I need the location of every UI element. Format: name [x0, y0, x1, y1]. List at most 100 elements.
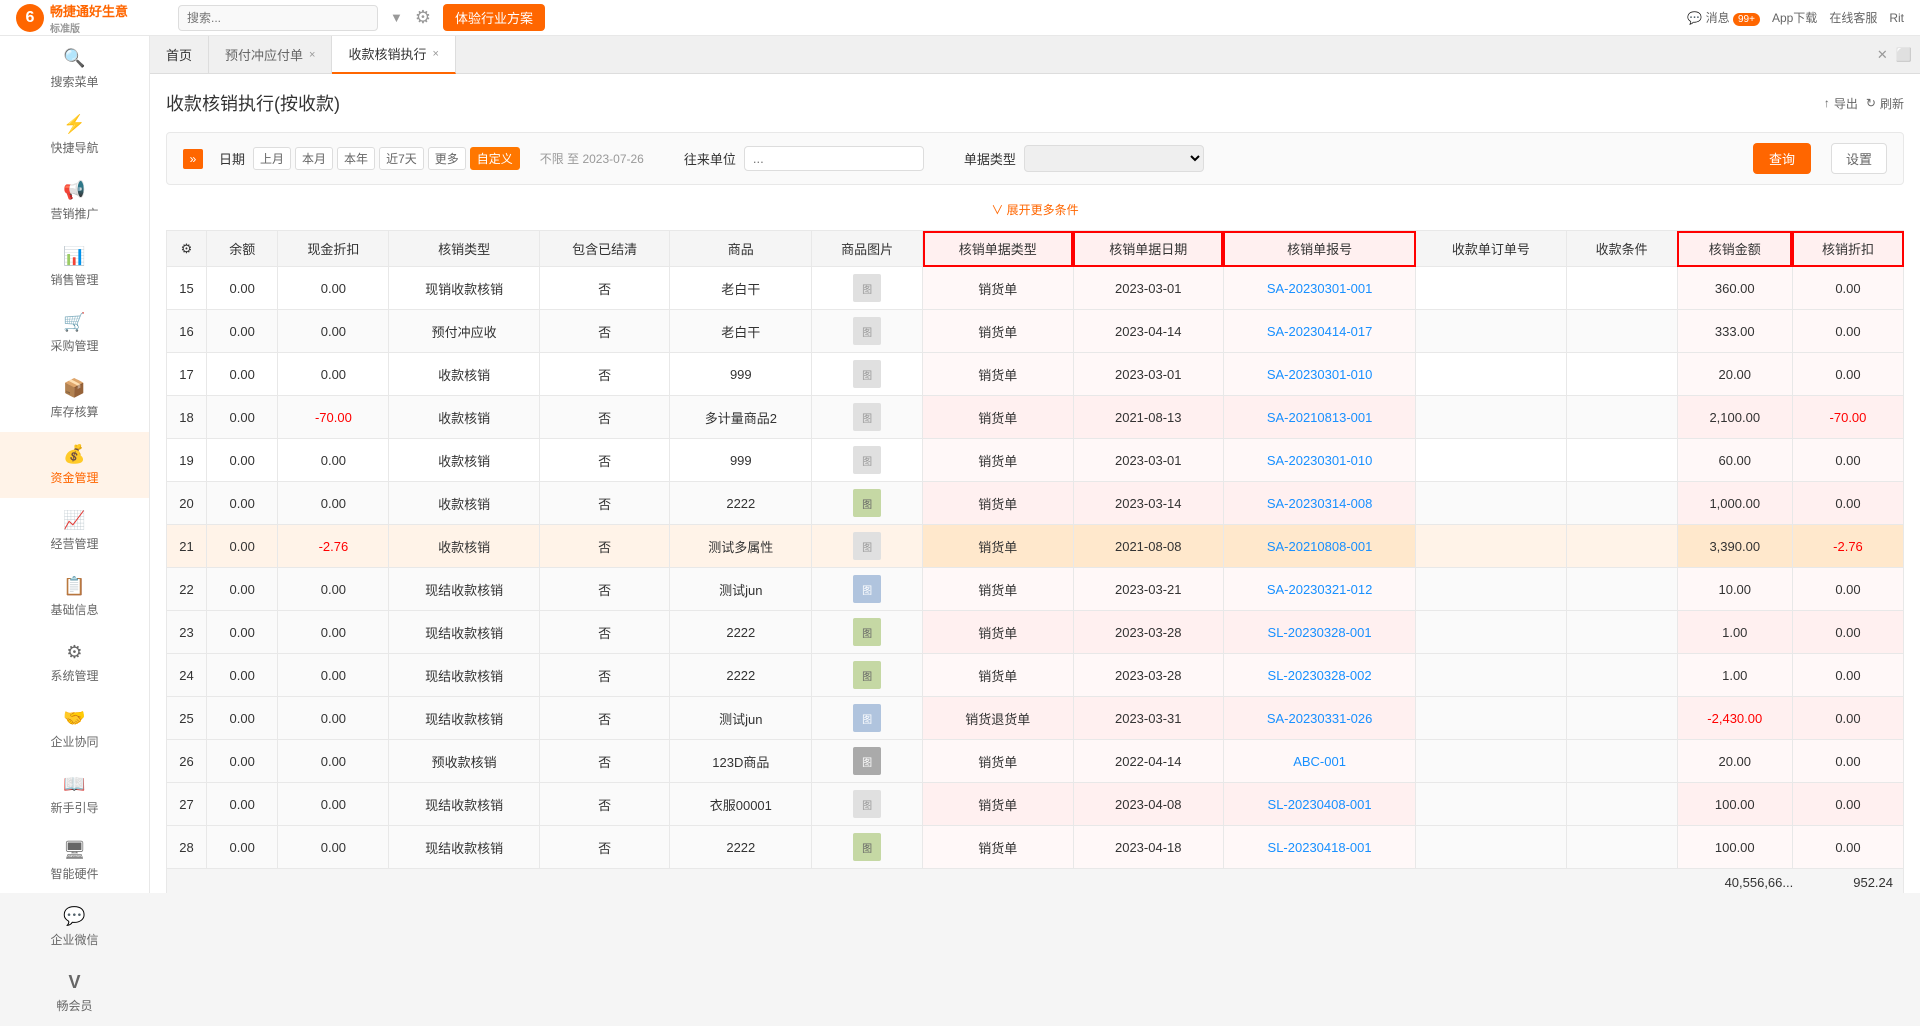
table-row: 18 0.00 -70.00 收款核销 否 多计量商品2 图 销货单 2021-… — [167, 396, 1904, 439]
counterpart-input[interactable] — [744, 146, 924, 171]
bill-type-select[interactable] — [1024, 145, 1204, 172]
cell-goods-image: 图 — [812, 826, 923, 869]
search-icon: 🔍 — [63, 48, 85, 69]
app-name: 畅捷通好生意 — [50, 1, 128, 20]
bill-no-link[interactable]: SA-20210813-001 — [1267, 410, 1373, 425]
sidebar-item-quick[interactable]: ⚡ 快捷导航 — [0, 102, 149, 168]
cell-goods-image: 图 — [812, 353, 923, 396]
sidebar-label-inventory: 库存核算 — [50, 403, 98, 420]
cell-receipt-condition — [1566, 353, 1677, 396]
sidebar-item-sales[interactable]: 📊 销售管理 — [0, 234, 149, 300]
cell-writeoff-bill-type: 销货单 — [923, 353, 1073, 396]
cell-include-settled: 否 — [539, 568, 670, 611]
date-custom[interactable]: 自定义 — [470, 147, 520, 170]
bill-no-link[interactable]: SA-20230321-012 — [1267, 582, 1373, 597]
app-download-link[interactable]: App下载 — [1772, 9, 1817, 26]
sidebar-item-basic-info[interactable]: 📋 基础信息 — [0, 564, 149, 630]
sidebar-item-hardware[interactable]: 🖥 智能硬件 — [0, 828, 149, 894]
col-writeoff-amount: 核销金额 — [1677, 231, 1792, 267]
cell-id: 27 — [167, 783, 207, 826]
bill-no-link[interactable]: SA-20230301-010 — [1267, 453, 1373, 468]
tab-writeoff[interactable]: 收款核销执行 × — [332, 36, 455, 74]
cell-writeoff-bill-date: 2023-03-21 — [1073, 568, 1223, 611]
sidebar-item-enterprise[interactable]: 🤝 企业协同 — [0, 696, 149, 762]
cell-include-settled: 否 — [539, 611, 670, 654]
cell-cash-discount: 0.00 — [278, 783, 389, 826]
cell-remainder: 0.00 — [207, 740, 278, 783]
sidebar-item-member[interactable]: V 畅会员 — [0, 960, 149, 1026]
maximize-icon[interactable]: ⬜ — [1896, 47, 1912, 63]
date-7days[interactable]: 近7天 — [379, 147, 424, 170]
bill-no-link[interactable]: ABC-001 — [1293, 754, 1346, 769]
date-this-year[interactable]: 本年 — [337, 147, 375, 170]
cell-receipt-order — [1416, 482, 1566, 525]
cell-writeoff-bill-no: SA-20210813-001 — [1223, 396, 1415, 439]
col-settings[interactable]: ⚙ — [167, 231, 207, 267]
bill-no-link[interactable]: SA-20230331-026 — [1267, 711, 1373, 726]
sidebar-label-marketing: 营销推广 — [50, 205, 98, 222]
cell-writeoff-bill-no: SL-20230328-002 — [1223, 654, 1415, 697]
date-last-month[interactable]: 上月 — [253, 147, 291, 170]
cell-receipt-condition — [1566, 826, 1677, 869]
cell-writeoff-amount: 1.00 — [1677, 654, 1792, 697]
sidebar-item-guide[interactable]: 📖 新手引导 — [0, 762, 149, 828]
sidebar-item-finance[interactable]: 💰 资金管理 — [0, 432, 149, 498]
bill-no-link[interactable]: SL-20230418-001 — [1268, 840, 1372, 855]
col-writeoff-bill-no: 核销单报号 — [1223, 231, 1415, 267]
cell-writeoff-amount: 100.00 — [1677, 826, 1792, 869]
cell-cash-discount: 0.00 — [278, 310, 389, 353]
setting-button[interactable]: 设置 — [1831, 143, 1887, 174]
solution-button[interactable]: 体验行业方案 — [443, 4, 545, 31]
tab-home[interactable]: 首页 — [150, 36, 209, 74]
cell-writeoff-discount: 0.00 — [1792, 310, 1903, 353]
dropdown-arrow[interactable]: ▼ — [390, 10, 403, 25]
counterpart-label: 往来单位 — [684, 149, 736, 168]
bill-no-link[interactable]: SA-20230314-008 — [1267, 496, 1373, 511]
bill-no-link[interactable]: SL-20230328-001 — [1268, 625, 1372, 640]
refresh-button[interactable]: ↻ 刷新 — [1866, 95, 1904, 112]
cell-goods-image: 图 — [812, 697, 923, 740]
sidebar-item-purchase[interactable]: 🛒 采购管理 — [0, 300, 149, 366]
tab1-close-icon[interactable]: × — [309, 49, 315, 61]
app-version: 标准版 — [50, 20, 128, 35]
date-more[interactable]: 更多 — [428, 147, 466, 170]
bill-no-link[interactable]: SL-20230408-001 — [1268, 797, 1372, 812]
cell-writeoff-bill-no: SL-20230418-001 — [1223, 826, 1415, 869]
sidebar-item-search[interactable]: 🔍 搜索菜单 — [0, 36, 149, 102]
bill-no-link[interactable]: SA-20210808-001 — [1267, 539, 1373, 554]
cell-writeoff-amount: 1.00 — [1677, 611, 1792, 654]
export-button[interactable]: ↑ 导出 — [1824, 95, 1858, 112]
cell-receipt-order — [1416, 826, 1566, 869]
message-icon[interactable]: 💬 消息 99+ — [1687, 9, 1760, 26]
cell-writeoff-type: 现结收款核销 — [389, 697, 539, 740]
sidebar-label-system: 系统管理 — [50, 667, 98, 684]
tab-prepay[interactable]: 预付冲应付单 × — [209, 36, 332, 74]
close-window-icon[interactable]: ✕ — [1877, 47, 1888, 63]
tab2-close-icon[interactable]: × — [432, 48, 438, 60]
bill-no-link[interactable]: SL-20230328-002 — [1268, 668, 1372, 683]
filter-expand-button[interactable]: » — [183, 149, 203, 169]
query-button[interactable]: 查询 — [1753, 143, 1811, 174]
cell-writeoff-discount: -2.76 — [1792, 525, 1903, 568]
bill-no-link[interactable]: SA-20230414-017 — [1267, 324, 1373, 339]
cell-writeoff-type: 收款核销 — [389, 439, 539, 482]
sidebar-item-system[interactable]: ⚙ 系统管理 — [0, 630, 149, 696]
col-writeoff-bill-type: 核销单据类型 — [923, 231, 1073, 267]
sidebar-item-inventory[interactable]: 📦 库存核算 — [0, 366, 149, 432]
cell-writeoff-bill-no: SA-20230301-001 — [1223, 267, 1415, 310]
bill-no-link[interactable]: SA-20230301-001 — [1267, 281, 1373, 296]
online-service-link[interactable]: 在线客服 — [1829, 9, 1877, 26]
sidebar-item-marketing[interactable]: 📢 营销推广 — [0, 168, 149, 234]
cell-include-settled: 否 — [539, 310, 670, 353]
settings-icon[interactable]: ⚙ — [415, 7, 431, 28]
expand-more-btn[interactable]: ∨ 展开更多条件 — [166, 197, 1904, 222]
bill-no-link[interactable]: SA-20230301-010 — [1267, 367, 1373, 382]
date-this-month[interactable]: 本月 — [295, 147, 333, 170]
sidebar-item-wechat[interactable]: 💬 企业微信 — [0, 894, 149, 960]
cell-writeoff-type: 收款核销 — [389, 482, 539, 525]
cell-receipt-condition — [1566, 568, 1677, 611]
sidebar-item-operations[interactable]: 📈 经营管理 — [0, 498, 149, 564]
search-input[interactable] — [178, 5, 378, 31]
marketing-icon: 📢 — [63, 180, 85, 201]
cell-writeoff-amount: 360.00 — [1677, 267, 1792, 310]
